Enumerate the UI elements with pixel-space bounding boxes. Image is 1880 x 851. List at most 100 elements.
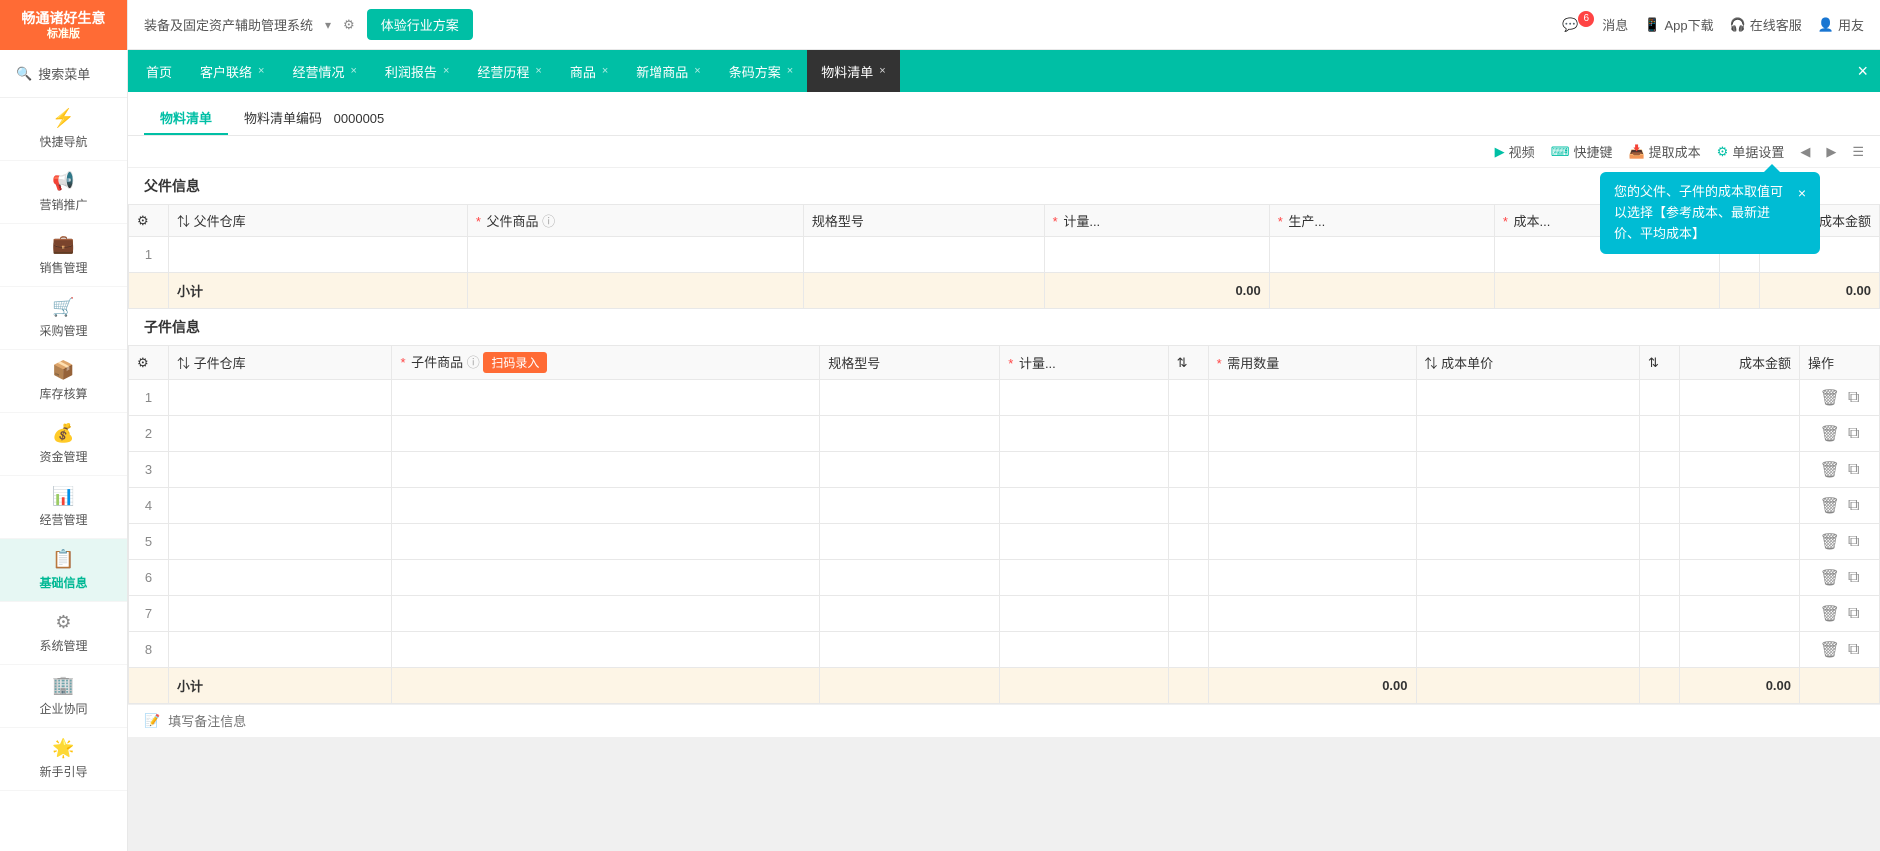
- tab-add-goods-close[interactable]: ×: [694, 65, 700, 77]
- delete-row-1-button[interactable]: 🗑: [1820, 388, 1840, 408]
- tab-customer[interactable]: 客户联络 ×: [186, 50, 278, 92]
- sidebar-item-marketing[interactable]: 📢 营销推广: [0, 161, 127, 224]
- sidebar-item-system[interactable]: ⚙ 系统管理: [0, 602, 127, 665]
- parent-col-settings[interactable]: ⚙: [129, 205, 169, 237]
- tab-home[interactable]: 首页: [132, 50, 186, 92]
- child-row-4-spec[interactable]: [820, 488, 1000, 524]
- parent-row-1-warehouse[interactable]: [169, 237, 468, 273]
- delete-row-3-button[interactable]: 🗑: [1820, 460, 1840, 480]
- parent-row-1-spec[interactable]: [803, 237, 1044, 273]
- child-row-2-qty[interactable]: [1208, 416, 1416, 452]
- user-item[interactable]: 👤 用友: [1818, 15, 1864, 34]
- child-row-3-qty[interactable]: [1208, 452, 1416, 488]
- sidebar-item-guide[interactable]: 🌟 新手引导: [0, 728, 127, 791]
- child-row-3-unit-cost[interactable]: [1416, 452, 1640, 488]
- sidebar-item-sales[interactable]: 💼 销售管理: [0, 224, 127, 287]
- child-row-1-qty[interactable]: [1208, 380, 1416, 416]
- tab-operations-status[interactable]: 经营情况 ×: [278, 50, 370, 92]
- child-row-2-goods[interactable]: [392, 416, 820, 452]
- sidebar-item-enterprise[interactable]: 🏢 企业协同: [0, 665, 127, 728]
- tooltip-close-button[interactable]: ×: [1798, 182, 1806, 204]
- child-row-5-spec[interactable]: [820, 524, 1000, 560]
- tab-goods-close[interactable]: ×: [602, 65, 608, 77]
- child-row-7-goods[interactable]: [392, 596, 820, 632]
- tab-profit-report[interactable]: 利润报告 ×: [371, 50, 463, 92]
- tab-operations-history[interactable]: 经营历程 ×: [463, 50, 555, 92]
- copy-row-7-button[interactable]: ⧉: [1848, 605, 1859, 623]
- child-col-settings[interactable]: ⚙: [129, 346, 169, 380]
- delete-row-8-button[interactable]: 🗑: [1820, 640, 1840, 660]
- child-row-6-qty[interactable]: [1208, 560, 1416, 596]
- child-row-8-goods[interactable]: [392, 632, 820, 668]
- sidebar-item-operations[interactable]: 📊 经营管理: [0, 476, 127, 539]
- experience-btn[interactable]: 体验行业方案: [367, 9, 473, 40]
- child-row-6-warehouse[interactable]: [169, 560, 392, 596]
- parent-row-1-unit[interactable]: [1044, 237, 1269, 273]
- shortcut-button[interactable]: ⌨ 快捷键: [1551, 142, 1613, 161]
- child-row-5-unit-cost[interactable]: [1416, 524, 1640, 560]
- child-row-4-qty[interactable]: [1208, 488, 1416, 524]
- child-row-8-warehouse[interactable]: [169, 632, 392, 668]
- child-row-5-unit[interactable]: [1000, 524, 1168, 560]
- child-row-7-qty[interactable]: [1208, 596, 1416, 632]
- single-settings-button[interactable]: ⚙ 单据设置: [1717, 142, 1785, 161]
- delete-row-4-button[interactable]: 🗑: [1820, 496, 1840, 516]
- tab-bom-close[interactable]: ×: [879, 65, 885, 77]
- online-support-item[interactable]: 🎧 在线客服: [1730, 15, 1802, 34]
- child-row-4-unit[interactable]: [1000, 488, 1168, 524]
- toolbar-grid-icon[interactable]: ☰: [1852, 144, 1864, 160]
- child-row-4-warehouse[interactable]: [169, 488, 392, 524]
- toolbar-nav-left[interactable]: ◀: [1800, 144, 1810, 160]
- scan-input-button[interactable]: 扫码录入: [483, 352, 547, 373]
- copy-row-1-button[interactable]: ⧉: [1848, 389, 1859, 407]
- child-row-6-goods[interactable]: [392, 560, 820, 596]
- delete-row-2-button[interactable]: 🗑: [1820, 424, 1840, 444]
- system-title-dropdown-icon[interactable]: ▾: [325, 18, 331, 32]
- video-button[interactable]: ▶ 视频: [1495, 142, 1535, 161]
- child-row-8-qty[interactable]: [1208, 632, 1416, 668]
- child-row-8-unit[interactable]: [1000, 632, 1168, 668]
- child-row-6-unit[interactable]: [1000, 560, 1168, 596]
- sidebar-item-purchase[interactable]: 🛒 采购管理: [0, 287, 127, 350]
- sidebar-item-basic-info[interactable]: 📋 基础信息: [0, 539, 127, 602]
- child-row-5-warehouse[interactable]: [169, 524, 392, 560]
- toolbar-nav-right[interactable]: ▶: [1826, 144, 1836, 160]
- tab-add-goods[interactable]: 新增商品 ×: [622, 50, 714, 92]
- child-row-1-unit[interactable]: [1000, 380, 1168, 416]
- app-download-item[interactable]: 📱 App下载: [1644, 15, 1713, 34]
- extract-cost-button[interactable]: 📥 提取成本: [1628, 142, 1700, 161]
- child-row-3-goods[interactable]: [392, 452, 820, 488]
- note-input[interactable]: [168, 714, 1864, 729]
- child-row-4-unit-cost[interactable]: [1416, 488, 1640, 524]
- copy-row-3-button[interactable]: ⧉: [1848, 461, 1859, 479]
- child-row-4-goods[interactable]: [392, 488, 820, 524]
- message-item[interactable]: 💬 6 消息: [1562, 15, 1628, 34]
- child-row-7-unit[interactable]: [1000, 596, 1168, 632]
- sub-tab-bom-code[interactable]: 物料清单编码 0000005: [228, 102, 400, 135]
- tab-goods[interactable]: 商品 ×: [556, 50, 622, 92]
- child-row-2-unit[interactable]: [1000, 416, 1168, 452]
- delete-row-7-button[interactable]: 🗑: [1820, 604, 1840, 624]
- child-row-1-warehouse[interactable]: [169, 380, 392, 416]
- copy-row-5-button[interactable]: ⧉: [1848, 533, 1859, 551]
- copy-row-6-button[interactable]: ⧉: [1848, 569, 1859, 587]
- search-menu-button[interactable]: 🔍 搜索菜单: [8, 58, 119, 89]
- child-row-5-qty[interactable]: [1208, 524, 1416, 560]
- child-row-3-spec[interactable]: [820, 452, 1000, 488]
- tab-bom-list[interactable]: 物料清单 ×: [807, 50, 899, 92]
- tab-customer-close[interactable]: ×: [258, 65, 264, 77]
- child-row-7-spec[interactable]: [820, 596, 1000, 632]
- child-row-2-warehouse[interactable]: [169, 416, 392, 452]
- sidebar-item-inventory[interactable]: 📦 库存核算: [0, 350, 127, 413]
- sidebar-search-area[interactable]: 🔍 搜索菜单: [0, 50, 127, 98]
- child-row-3-unit[interactable]: [1000, 452, 1168, 488]
- child-row-6-unit-cost[interactable]: [1416, 560, 1640, 596]
- tab-barcode[interactable]: 条码方案 ×: [715, 50, 807, 92]
- child-row-8-unit-cost[interactable]: [1416, 632, 1640, 668]
- sidebar-item-finance[interactable]: 💰 资金管理: [0, 413, 127, 476]
- child-row-5-goods[interactable]: [392, 524, 820, 560]
- child-row-7-warehouse[interactable]: [169, 596, 392, 632]
- child-row-2-spec[interactable]: [820, 416, 1000, 452]
- settings-icon[interactable]: ⚙: [343, 17, 355, 33]
- delete-row-6-button[interactable]: 🗑: [1820, 568, 1840, 588]
